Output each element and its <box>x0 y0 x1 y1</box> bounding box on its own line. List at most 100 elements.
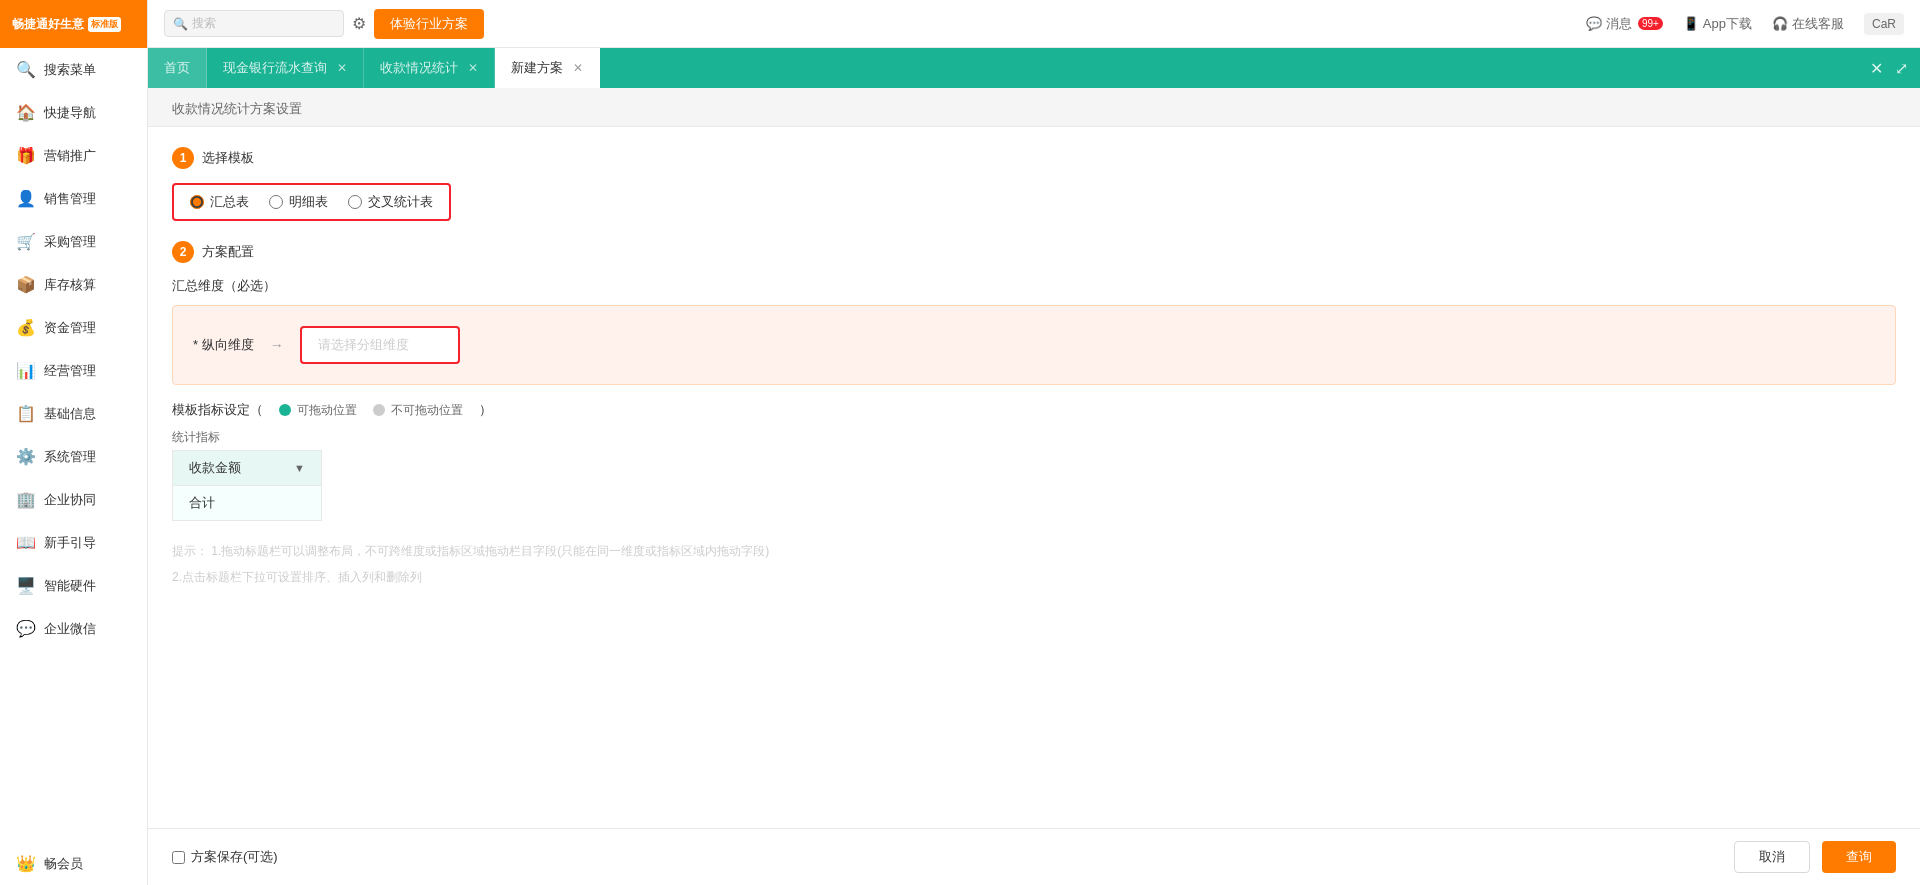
stats-table-header[interactable]: 收款金额 ▼ <box>173 451 321 486</box>
tab-home[interactable]: 首页 <box>148 48 207 88</box>
sales-icon: 👤 <box>16 189 36 208</box>
sidebar-item-label: 系统管理 <box>44 448 96 466</box>
sidebar-item-quick-nav[interactable]: 🏠 快捷导航 <box>0 91 147 134</box>
sidebar-item-basic-info[interactable]: 📋 基础信息 <box>0 392 147 435</box>
tab-receipt-close[interactable]: ✕ <box>468 61 478 75</box>
draggable-indicator: 可拖动位置 <box>279 402 357 419</box>
logo-text: 畅捷通好生意 <box>12 16 84 33</box>
marketing-icon: 🎁 <box>16 146 36 165</box>
footer-buttons: 取消 查询 <box>1734 841 1896 873</box>
sidebar-item-smart-hw[interactable]: 🖥️ 智能硬件 <box>0 564 147 607</box>
purchase-icon: 🛒 <box>16 232 36 251</box>
dimension-row: * 纵向维度 → 请选择分组维度 <box>193 326 1875 364</box>
notification-badge: 99+ <box>1638 17 1663 30</box>
no-drag-dot-icon <box>373 404 385 416</box>
form-area: 1 选择模板 汇总表 明细表 <box>148 127 1920 828</box>
template-options-box: 汇总表 明细表 交叉统计表 <box>172 183 451 221</box>
radio-detail-input[interactable] <box>269 195 283 209</box>
user-info[interactable]: CaR <box>1864 13 1904 35</box>
radio-detail-label: 明细表 <box>289 193 328 211</box>
step2-title: 方案配置 <box>202 243 254 261</box>
inventory-icon: 📦 <box>16 275 36 294</box>
dimension-select-placeholder: 请选择分组维度 <box>318 337 409 352</box>
business-icon: 📊 <box>16 361 36 380</box>
search-menu-icon: 🔍 <box>16 60 36 79</box>
sidebar-item-label: 畅会员 <box>44 855 83 873</box>
tab-new-plan-close[interactable]: ✕ <box>573 61 583 75</box>
hint-1: 提示： 1.拖动标题栏可以调整布局，不可跨维度或指标区域拖动栏目字段(只能在同一… <box>172 541 1896 563</box>
metrics-content: 统计指标 收款金额 ▼ 合计 <box>172 429 1896 521</box>
drag-dot-icon <box>279 404 291 416</box>
footer: 方案保存(可选) 取消 查询 <box>148 828 1920 885</box>
download-icon: 📱 <box>1683 16 1699 31</box>
sidebar-item-guide[interactable]: 📖 新手引导 <box>0 521 147 564</box>
notification-label: 消息 <box>1606 15 1632 33</box>
support-item[interactable]: 🎧 在线客服 <box>1772 15 1844 33</box>
non-draggable-indicator: 不可拖动位置 <box>373 402 463 419</box>
dimension-select[interactable]: 请选择分组维度 <box>300 326 460 364</box>
sidebar-item-purchase[interactable]: 🛒 采购管理 <box>0 220 147 263</box>
sidebar-item-inventory[interactable]: 📦 库存核算 <box>0 263 147 306</box>
notification-item[interactable]: 💬 消息 99+ <box>1586 15 1663 33</box>
radio-summary[interactable]: 汇总表 <box>190 193 249 211</box>
tab-bank-close[interactable]: ✕ <box>337 61 347 75</box>
step2-section: 2 方案配置 汇总维度（必选） * 纵向维度 → 请选择分组维度 <box>172 241 1896 588</box>
cancel-button[interactable]: 取消 <box>1734 841 1810 873</box>
tab-close-all-icon[interactable]: ✕ <box>1870 59 1883 78</box>
version-badge: 标准版 <box>88 17 121 32</box>
breadcrumb-text: 收款情况统计方案设置 <box>172 101 302 116</box>
sidebar-item-label: 经营管理 <box>44 362 96 380</box>
row-label: 合计 <box>189 495 215 510</box>
hint-text: 提示： 1.拖动标题栏可以调整布局，不可跨维度或指标区域拖动栏目字段(只能在同一… <box>172 541 1896 588</box>
step1-section: 1 选择模板 汇总表 明细表 <box>172 147 1896 221</box>
radio-cross-input[interactable] <box>348 195 362 209</box>
settings-icon[interactable]: ⚙ <box>352 14 366 33</box>
sidebar-item-wechat[interactable]: 💬 企业微信 <box>0 607 147 650</box>
metrics-section: 模板指标设定（ 可拖动位置 不可拖动位置 ） 统计指标 <box>172 401 1896 588</box>
sidebar-item-enterprise[interactable]: 🏢 企业协同 <box>0 478 147 521</box>
step2-content: 汇总维度（必选） * 纵向维度 → 请选择分组维度 <box>172 277 1896 588</box>
sidebar-item-sales[interactable]: 👤 销售管理 <box>0 177 147 220</box>
save-checkbox[interactable] <box>172 851 185 864</box>
search-bar[interactable]: 🔍 搜索 <box>164 10 344 37</box>
sidebar-item-business[interactable]: 📊 经营管理 <box>0 349 147 392</box>
tab-bank[interactable]: 现金银行流水查询 ✕ <box>207 48 364 88</box>
step2-number: 2 <box>172 241 194 263</box>
tab-new-plan[interactable]: 新建方案 ✕ <box>495 48 600 88</box>
sidebar-item-member[interactable]: 👑 畅会员 <box>0 842 147 885</box>
page-breadcrumb: 收款情况统计方案设置 <box>148 88 1920 127</box>
member-icon: 👑 <box>16 854 36 873</box>
radio-summary-input[interactable] <box>190 195 204 209</box>
metrics-label-suffix: ） <box>479 401 492 419</box>
step2-header: 2 方案配置 <box>172 241 1896 263</box>
basic-info-icon: 📋 <box>16 404 36 423</box>
tab-receipt-label: 收款情况统计 <box>380 59 458 77</box>
sidebar-item-search-menu[interactable]: 🔍 搜索菜单 <box>0 48 147 91</box>
tab-expand-icon[interactable]: ⤢ <box>1895 59 1908 78</box>
radio-detail[interactable]: 明细表 <box>269 193 328 211</box>
tab-bank-label: 现金银行流水查询 <box>223 59 327 77</box>
user-name: CaR <box>1872 17 1896 31</box>
page-content: 收款情况统计方案设置 1 选择模板 汇总表 <box>148 88 1920 885</box>
non-draggable-label: 不可拖动位置 <box>391 402 463 419</box>
system-icon: ⚙️ <box>16 447 36 466</box>
tab-home-label: 首页 <box>164 59 190 77</box>
column-dropdown-icon[interactable]: ▼ <box>294 462 305 474</box>
save-option[interactable]: 方案保存(可选) <box>172 848 278 866</box>
trial-button[interactable]: 体验行业方案 <box>374 9 484 39</box>
sidebar-item-system[interactable]: ⚙️ 系统管理 <box>0 435 147 478</box>
sidebar-item-label: 智能硬件 <box>44 577 96 595</box>
sidebar-item-marketing[interactable]: 🎁 营销推广 <box>0 134 147 177</box>
tab-receipt[interactable]: 收款情况统计 ✕ <box>364 48 495 88</box>
radio-cross-label: 交叉统计表 <box>368 193 433 211</box>
download-item[interactable]: 📱 App下载 <box>1683 15 1752 33</box>
sidebar-item-label: 快捷导航 <box>44 104 96 122</box>
sidebar: 畅捷通好生意 标准版 🔍 搜索菜单 🏠 快捷导航 🎁 营销推广 👤 销售管理 🛒… <box>0 0 148 885</box>
radio-cross[interactable]: 交叉统计表 <box>348 193 433 211</box>
sidebar-item-label: 库存核算 <box>44 276 96 294</box>
header: 🔍 搜索 ⚙ 体验行业方案 💬 消息 99+ 📱 App下载 🎧 在线客服 Ca… <box>148 0 1920 48</box>
header-right: 💬 消息 99+ 📱 App下载 🎧 在线客服 CaR <box>1586 13 1904 35</box>
sidebar-item-finance[interactable]: 💰 资金管理 <box>0 306 147 349</box>
sidebar-item-label: 基础信息 <box>44 405 96 423</box>
query-button[interactable]: 查询 <box>1822 841 1896 873</box>
